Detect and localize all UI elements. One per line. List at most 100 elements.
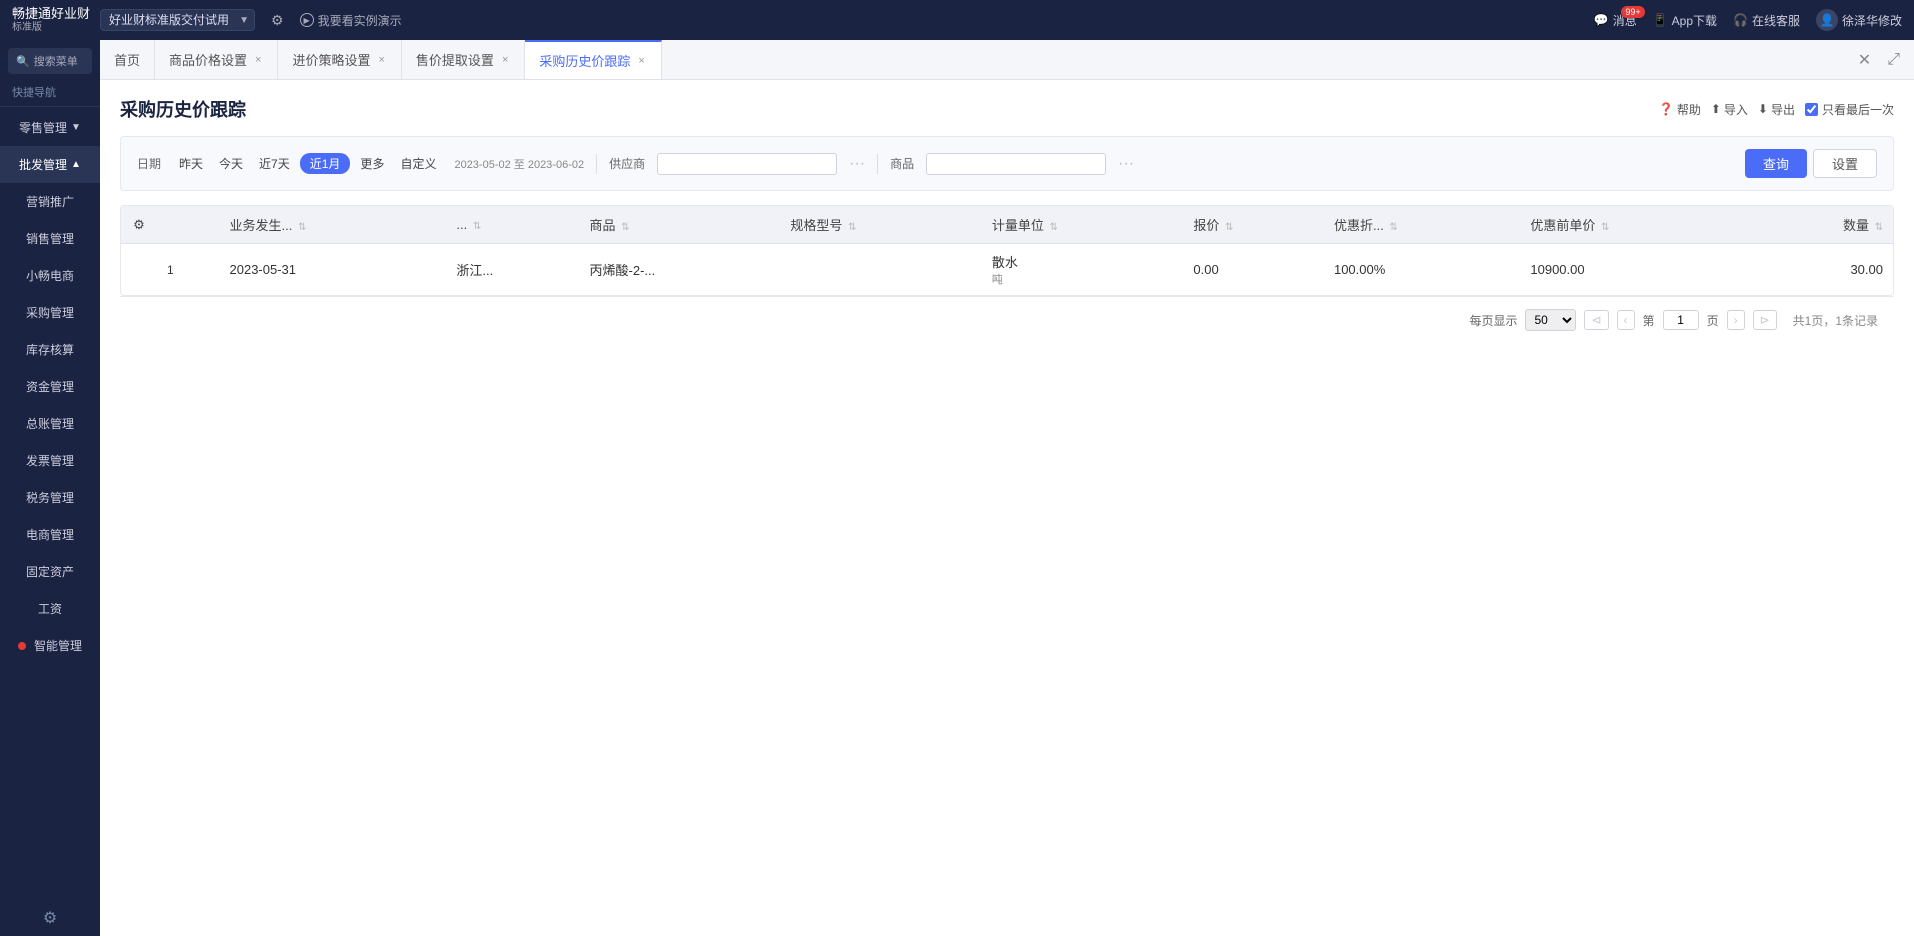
col-spec[interactable]: 规格型号 ⇅ bbox=[780, 206, 982, 244]
search-menu-box[interactable]: 🔍 搜索菜单 bbox=[8, 48, 92, 74]
topbar-right: 💬 消息 99+ 📱 App下载 🎧 在线客服 👤 徐泽华修改 bbox=[1594, 9, 1902, 31]
sidebar-item-label-retail: 零售管理 bbox=[19, 119, 67, 136]
pag-page-input[interactable] bbox=[1663, 310, 1699, 330]
tab-history[interactable]: 采购历史价跟踪 × bbox=[525, 40, 661, 79]
supplier-dots[interactable]: ··· bbox=[849, 155, 865, 173]
sidebar-item-marketing[interactable]: 营销推广 bbox=[0, 183, 100, 220]
cell-num: 1 bbox=[157, 244, 220, 296]
col-unit[interactable]: 计量单位 ⇅ bbox=[982, 206, 1184, 244]
date-btn-7days[interactable]: 近7天 bbox=[253, 153, 296, 174]
sidebar-item-label-payroll: 工资 bbox=[38, 600, 62, 617]
col-qty[interactable]: 数量 ⇅ bbox=[1752, 206, 1893, 244]
quick-nav-label: 快捷导航 bbox=[0, 78, 100, 104]
sidebar-gear-icon[interactable]: ⚙ bbox=[43, 908, 57, 928]
tab-close-btn[interactable]: ✕ bbox=[1852, 48, 1877, 72]
message-btn[interactable]: 💬 消息 99+ bbox=[1594, 12, 1637, 29]
sidebar-item-tax[interactable]: 税务管理 bbox=[0, 479, 100, 516]
import-label: 导入 bbox=[1724, 101, 1748, 118]
version-selector[interactable]: 好业财标准版交付试用 ▼ bbox=[100, 9, 255, 31]
sidebar-item-wholesale[interactable]: 批发管理 ▲ bbox=[0, 146, 100, 183]
sort-icon-unit: ⇅ bbox=[1050, 222, 1058, 233]
tab-home[interactable]: 首页 bbox=[100, 40, 155, 79]
content-area: 首页 商品价格设置 × 进价策略设置 × 售价提取设置 × 采购历史价跟踪 × … bbox=[100, 40, 1914, 936]
tab-sellprice[interactable]: 售价提取设置 × bbox=[402, 40, 525, 79]
app-download-label: App下载 bbox=[1672, 12, 1717, 29]
export-icon: ⬇ bbox=[1758, 102, 1768, 116]
col-quote[interactable]: 报价 ⇅ bbox=[1183, 206, 1324, 244]
app-download-btn[interactable]: 📱 App下载 bbox=[1653, 12, 1717, 29]
tab-maximize-btn[interactable]: ⤢ bbox=[1881, 49, 1906, 71]
sidebar-item-accounting[interactable]: 总账管理 bbox=[0, 405, 100, 442]
pagination-bar: 每页显示 50 10 20 100 ⊲ ‹ 第 页 › ⊳ 共1页，1条记录 bbox=[120, 296, 1894, 343]
product-filter-label: 商品 bbox=[890, 155, 914, 172]
app-subtitle: 标准版 bbox=[12, 22, 90, 34]
sort-icon-pre-discount: ⇅ bbox=[1601, 222, 1609, 233]
pag-prev-btn[interactable]: ‹ bbox=[1617, 310, 1635, 330]
col-product[interactable]: 商品 ⇅ bbox=[580, 206, 781, 244]
online-service-label: 在线客服 bbox=[1752, 12, 1800, 29]
col-date[interactable]: 业务发生... ⇅ bbox=[220, 206, 447, 244]
sidebar-divider-1 bbox=[0, 106, 100, 107]
settings-gear-icon[interactable]: ⚙ bbox=[265, 10, 290, 31]
sidebar-item-retail[interactable]: 零售管理 ▼ bbox=[0, 109, 100, 146]
help-icon: ❓ bbox=[1659, 102, 1674, 116]
product-input[interactable] bbox=[926, 153, 1106, 175]
date-btn-more[interactable]: 更多 bbox=[354, 153, 390, 174]
export-label: 导出 bbox=[1771, 101, 1795, 118]
tab-history-close[interactable]: × bbox=[636, 54, 646, 68]
product-dots[interactable]: ··· bbox=[1118, 155, 1134, 173]
date-btn-1month[interactable]: 近1月 bbox=[300, 153, 351, 174]
col-gear[interactable]: ⚙ bbox=[121, 206, 157, 244]
query-btn[interactable]: 查询 bbox=[1745, 149, 1807, 178]
pag-page-suffix: 页 bbox=[1707, 312, 1719, 329]
sidebar-item-ecommerce[interactable]: 电商管理 bbox=[0, 516, 100, 553]
main-wrap: 🔍 搜索菜单 快捷导航 零售管理 ▼ 批发管理 ▲ 营销推广 销售管理 小畅电商… bbox=[0, 40, 1914, 936]
filter-actions: 查询 设置 bbox=[1745, 149, 1877, 178]
demo-link[interactable]: ▶ 我要看实例演示 bbox=[300, 12, 402, 29]
sidebar-item-label-marketing: 营销推广 bbox=[26, 193, 74, 210]
per-page-select[interactable]: 50 10 20 100 bbox=[1525, 309, 1576, 331]
pag-first-btn[interactable]: ⊲ bbox=[1584, 310, 1608, 330]
tab-sellprice-close[interactable]: × bbox=[500, 53, 510, 67]
user-menu[interactable]: 👤 徐泽华修改 bbox=[1816, 9, 1902, 31]
sidebar-item-inventory[interactable]: 库存核算 bbox=[0, 331, 100, 368]
tab-price-close[interactable]: × bbox=[253, 53, 263, 67]
tab-sellprice-label: 售价提取设置 bbox=[416, 50, 494, 69]
import-btn[interactable]: ⬆ 导入 bbox=[1711, 101, 1748, 118]
pag-next-btn[interactable]: › bbox=[1727, 310, 1745, 330]
tab-strategy-close[interactable]: × bbox=[376, 53, 386, 67]
sidebar-item-smart[interactable]: 智能管理 bbox=[0, 627, 100, 664]
sidebar-item-payroll[interactable]: 工资 bbox=[0, 590, 100, 627]
sidebar-item-finance[interactable]: 资金管理 bbox=[0, 368, 100, 405]
online-service-btn[interactable]: 🎧 在线客服 bbox=[1733, 12, 1800, 29]
date-btn-yesterday[interactable]: 昨天 bbox=[173, 153, 209, 174]
tab-price[interactable]: 商品价格设置 × bbox=[155, 40, 278, 79]
help-btn[interactable]: ❓ 帮助 bbox=[1659, 101, 1701, 118]
sidebar-item-sales[interactable]: 销售管理 bbox=[0, 220, 100, 257]
settings-btn[interactable]: 设置 bbox=[1813, 149, 1877, 178]
last-only-checkbox[interactable]: 只看最后一次 bbox=[1805, 101, 1894, 118]
pag-last-btn[interactable]: ⊳ bbox=[1753, 310, 1777, 330]
cell-gear bbox=[121, 244, 157, 296]
sidebar-item-invoice[interactable]: 发票管理 bbox=[0, 442, 100, 479]
col-pre-discount-price[interactable]: 优惠前单价 ⇅ bbox=[1520, 206, 1752, 244]
filter-bar: 日期 昨天 今天 近7天 近1月 更多 自定义 2023-05-02 至 202… bbox=[120, 136, 1894, 191]
col-dots[interactable]: ... ⇅ bbox=[446, 206, 579, 244]
col-discount[interactable]: 优惠折... ⇅ bbox=[1324, 206, 1520, 244]
sidebar-item-assets[interactable]: 固定资产 bbox=[0, 553, 100, 590]
sidebar-item-ecommerce-small[interactable]: 小畅电商 bbox=[0, 257, 100, 294]
date-btn-custom[interactable]: 自定义 bbox=[394, 153, 442, 174]
cell-spec bbox=[780, 244, 982, 296]
version-select[interactable]: 好业财标准版交付试用 bbox=[100, 9, 255, 31]
last-only-input[interactable] bbox=[1805, 103, 1818, 116]
sidebar-item-purchase[interactable]: 采购管理 bbox=[0, 294, 100, 331]
date-btn-today[interactable]: 今天 bbox=[213, 153, 249, 174]
filter-separator-2 bbox=[877, 154, 878, 174]
sidebar-item-label-smart: 智能管理 bbox=[34, 637, 82, 654]
tab-strategy[interactable]: 进价策略设置 × bbox=[278, 40, 401, 79]
export-btn[interactable]: ⬇ 导出 bbox=[1758, 101, 1795, 118]
page-content: 采购历史价跟踪 ❓ 帮助 ⬆ 导入 ⬇ 导出 bbox=[100, 80, 1914, 936]
supplier-input[interactable] bbox=[657, 153, 837, 175]
sidebar-item-label-accounting: 总账管理 bbox=[26, 415, 74, 432]
search-menu-area[interactable]: 🔍 搜索菜单 bbox=[0, 40, 100, 78]
